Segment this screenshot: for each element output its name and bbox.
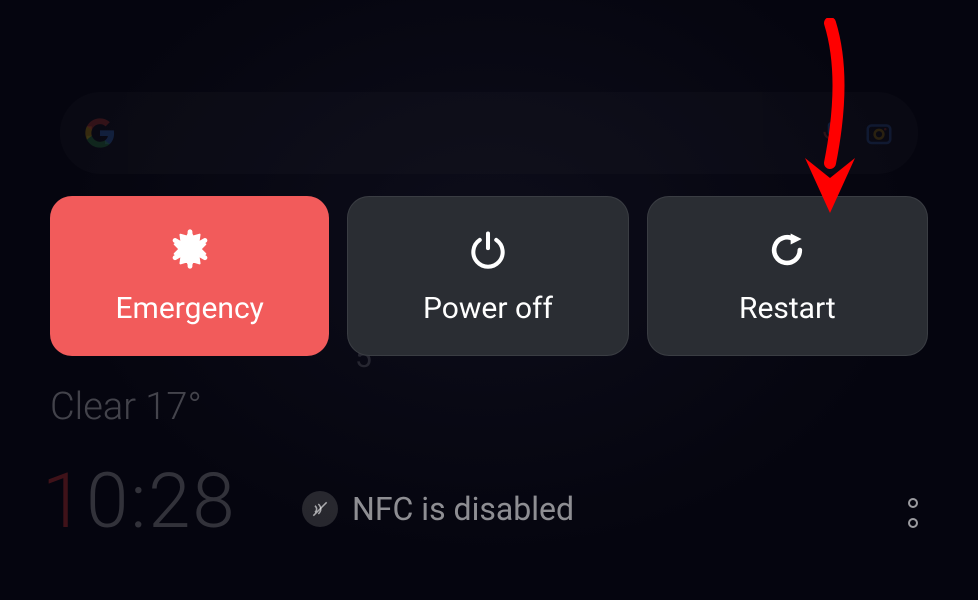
nfc-disabled-icon [302, 491, 338, 527]
dot-icon [908, 518, 918, 528]
weather-text: Clear 17° [50, 385, 202, 429]
emergency-icon [167, 227, 213, 273]
power-off-button[interactable]: Power off [347, 196, 628, 356]
restart-label: Restart [739, 291, 836, 326]
google-logo-icon [84, 117, 116, 149]
more-options-button[interactable] [908, 498, 918, 528]
restart-icon [764, 227, 810, 273]
clock-time: 10:28 [42, 456, 237, 546]
power-menu: Emergency Power off Restart [50, 196, 928, 356]
power-icon [465, 227, 511, 273]
nfc-status-text: NFC is disabled [352, 490, 574, 528]
dot-icon [908, 498, 918, 508]
emergency-label: Emergency [115, 291, 263, 326]
google-search-bar [60, 92, 918, 174]
emergency-button[interactable]: Emergency [50, 196, 329, 356]
lens-icon [864, 118, 894, 148]
mic-icon [818, 120, 844, 146]
restart-button[interactable]: Restart [647, 196, 928, 356]
nfc-status-chip: NFC is disabled [302, 490, 574, 528]
power-off-label: Power off [423, 291, 553, 326]
